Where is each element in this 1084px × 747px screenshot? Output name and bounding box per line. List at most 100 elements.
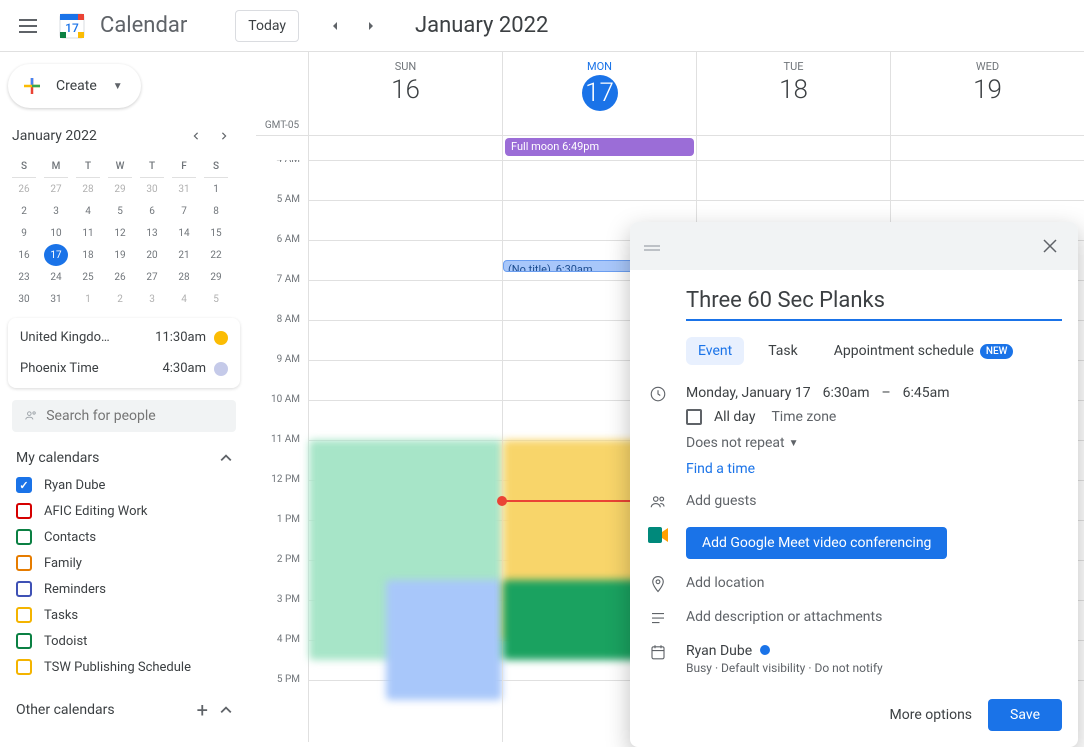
mini-prev-button[interactable]: [184, 124, 208, 148]
event-date[interactable]: Monday, January 17: [686, 385, 811, 401]
day-header[interactable]: WED19: [890, 52, 1084, 135]
mini-day-cell[interactable]: 21: [172, 244, 196, 266]
mini-day-cell[interactable]: 30: [140, 178, 164, 200]
mini-day-cell[interactable]: 6: [140, 200, 164, 222]
mini-day-cell[interactable]: 29: [204, 266, 228, 288]
mini-day-cell[interactable]: 23: [12, 266, 36, 288]
mini-day-cell[interactable]: 1: [76, 288, 100, 310]
all-day-checkbox[interactable]: [686, 409, 702, 425]
mini-day-cell[interactable]: 15: [204, 222, 228, 244]
mini-day-cell[interactable]: 26: [12, 178, 36, 200]
add-location-field[interactable]: Add location: [686, 575, 1062, 591]
tab-appointment[interactable]: Appointment schedule NEW: [822, 337, 1026, 365]
mini-day-cell[interactable]: 31: [44, 288, 68, 310]
start-time[interactable]: 6:30am: [823, 385, 870, 401]
calendar-checkbox[interactable]: [16, 529, 32, 545]
calendar-item[interactable]: Reminders: [12, 576, 236, 602]
mini-day-cell[interactable]: 24: [44, 266, 68, 288]
allday-cell[interactable]: [890, 136, 1084, 160]
mini-day-cell[interactable]: 1: [204, 178, 228, 200]
next-week-button[interactable]: [355, 10, 387, 42]
mini-day-cell[interactable]: 4: [76, 200, 100, 222]
mini-day-cell[interactable]: 26: [108, 266, 132, 288]
mini-day-cell[interactable]: 17: [44, 244, 68, 266]
mini-day-cell[interactable]: 3: [44, 200, 68, 222]
visibility-status[interactable]: Busy · Default visibility · Do not notif…: [686, 661, 1062, 675]
mini-day-cell[interactable]: 4: [172, 288, 196, 310]
calendar-item[interactable]: Tasks: [12, 602, 236, 628]
repeat-dropdown[interactable]: Does not repeat: [686, 435, 785, 451]
calendar-checkbox[interactable]: [16, 581, 32, 597]
mini-day-cell[interactable]: 14: [172, 222, 196, 244]
mini-day-cell[interactable]: 18: [76, 244, 100, 266]
day-column[interactable]: [308, 160, 502, 742]
mini-day-cell[interactable]: 16: [12, 244, 36, 266]
mini-day-cell[interactable]: 2: [108, 288, 132, 310]
event-title-input[interactable]: [686, 282, 1062, 321]
calendar-checkbox[interactable]: [16, 633, 32, 649]
calendar-checkbox[interactable]: [16, 659, 32, 675]
drag-handle-icon[interactable]: [642, 245, 662, 247]
timezone-link[interactable]: Time zone: [771, 409, 836, 425]
calendar-checkbox[interactable]: [16, 555, 32, 571]
mini-day-cell[interactable]: 28: [76, 178, 100, 200]
calendar-checkbox[interactable]: [16, 477, 32, 493]
people-search[interactable]: [12, 400, 236, 432]
tab-event[interactable]: Event: [686, 337, 744, 365]
calendar-checkbox[interactable]: [16, 607, 32, 623]
calendar-item[interactable]: Contacts: [12, 524, 236, 550]
calendar-item[interactable]: Ryan Dube: [12, 472, 236, 498]
add-meet-button[interactable]: Add Google Meet video conferencing: [686, 527, 947, 559]
other-calendars-toggle[interactable]: Other calendars +: [12, 692, 236, 728]
mini-day-cell[interactable]: 3: [140, 288, 164, 310]
calendar-item[interactable]: Family: [12, 550, 236, 576]
mini-next-button[interactable]: [212, 124, 236, 148]
allday-cell[interactable]: [308, 136, 502, 160]
mini-day-cell[interactable]: 19: [108, 244, 132, 266]
mini-day-cell[interactable]: 30: [12, 288, 36, 310]
allday-cell[interactable]: Full moon 6:49pm: [502, 136, 696, 160]
mini-day-cell[interactable]: 12: [108, 222, 132, 244]
allday-event[interactable]: Full moon 6:49pm: [505, 138, 694, 156]
mini-day-cell[interactable]: 10: [44, 222, 68, 244]
save-button[interactable]: Save: [988, 699, 1062, 731]
mini-day-cell[interactable]: 11: [76, 222, 100, 244]
mini-day-cell[interactable]: 5: [204, 288, 228, 310]
prev-week-button[interactable]: [319, 10, 351, 42]
close-button[interactable]: [1034, 230, 1066, 262]
calendar-checkbox[interactable]: [16, 503, 32, 519]
tab-task[interactable]: Task: [756, 337, 810, 365]
day-header[interactable]: SUN16: [308, 52, 502, 135]
mini-day-cell[interactable]: 13: [140, 222, 164, 244]
end-time[interactable]: 6:45am: [903, 385, 950, 401]
create-button[interactable]: Create ▼: [8, 64, 141, 108]
add-calendar-button[interactable]: +: [197, 698, 208, 722]
people-search-input[interactable]: [46, 408, 224, 424]
mini-day-cell[interactable]: 5: [108, 200, 132, 222]
mini-day-cell[interactable]: 22: [204, 244, 228, 266]
day-header[interactable]: TUE18: [696, 52, 890, 135]
mini-day-cell[interactable]: 25: [76, 266, 100, 288]
mini-day-cell[interactable]: 27: [44, 178, 68, 200]
calendar-item[interactable]: TSW Publishing Schedule: [12, 654, 236, 680]
mini-day-cell[interactable]: 31: [172, 178, 196, 200]
mini-day-cell[interactable]: 27: [140, 266, 164, 288]
menu-button[interactable]: [8, 6, 48, 46]
more-options-button[interactable]: More options: [890, 707, 973, 723]
allday-cell[interactable]: [696, 136, 890, 160]
my-calendars-toggle[interactable]: My calendars: [12, 444, 236, 472]
mini-day-cell[interactable]: 7: [172, 200, 196, 222]
calendar-item[interactable]: Todoist: [12, 628, 236, 654]
mini-day-cell[interactable]: 8: [204, 200, 228, 222]
today-button[interactable]: Today: [235, 10, 299, 42]
mini-day-cell[interactable]: 20: [140, 244, 164, 266]
mini-day-cell[interactable]: 9: [12, 222, 36, 244]
find-time-link[interactable]: Find a time: [686, 461, 1062, 477]
add-description-field[interactable]: Add description or attachments: [686, 609, 1062, 625]
day-header[interactable]: MON17: [502, 52, 696, 135]
mini-day-cell[interactable]: 28: [172, 266, 196, 288]
calendar-item[interactable]: AFIC Editing Work: [12, 498, 236, 524]
mini-day-cell[interactable]: 29: [108, 178, 132, 200]
mini-day-cell[interactable]: 2: [12, 200, 36, 222]
add-guests-field[interactable]: Add guests: [686, 493, 1062, 509]
